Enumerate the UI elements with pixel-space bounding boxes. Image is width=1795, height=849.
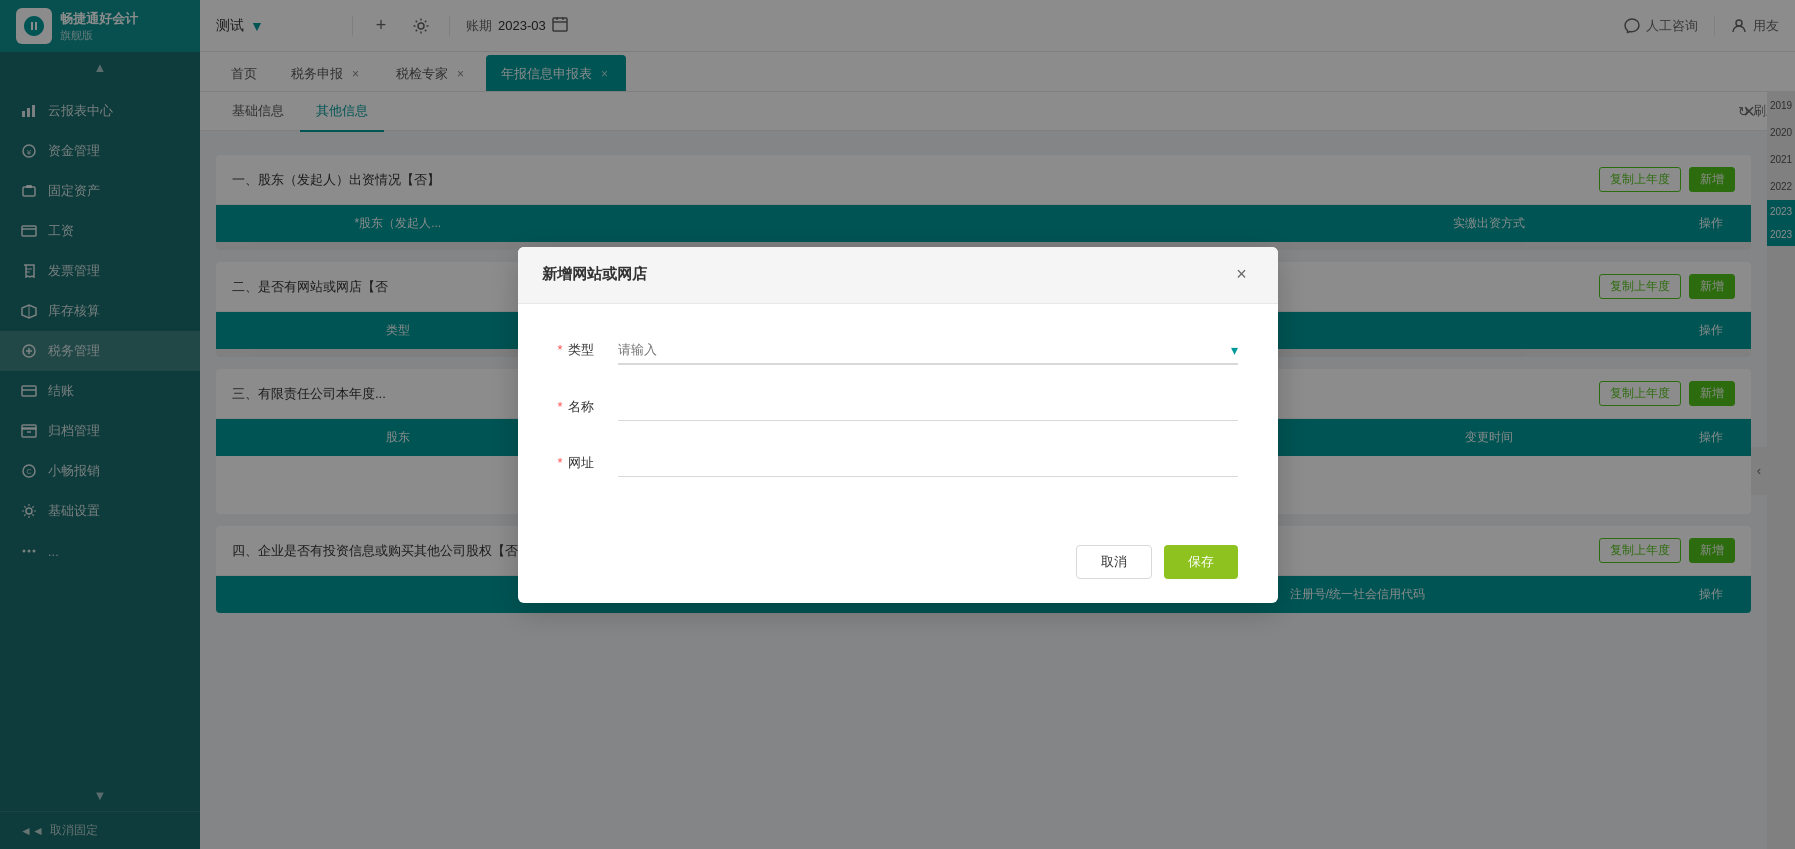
cancel-button[interactable]: 取消 (1076, 545, 1152, 579)
form-label-name: * 名称 (558, 398, 618, 416)
type-input[interactable] (618, 336, 1238, 364)
required-mark-url: * (558, 455, 563, 470)
modal-close-button[interactable]: × (1230, 263, 1254, 287)
modal-overlay[interactable]: 新增网站或网店 × * 类型 ▾ (0, 0, 1795, 849)
modal-header: 新增网站或网店 × (518, 247, 1278, 304)
form-control-url (618, 449, 1238, 477)
required-mark-type: * (558, 342, 563, 357)
form-select-type-wrapper: ▾ (618, 336, 1238, 364)
form-row-name: * 名称 (558, 393, 1238, 421)
name-input[interactable] (618, 393, 1238, 421)
required-mark-name: * (558, 399, 563, 414)
form-control-name (618, 393, 1238, 421)
form-label-url: * 网址 (558, 454, 618, 472)
form-control-type: ▾ (618, 336, 1238, 365)
form-label-type: * 类型 (558, 341, 618, 359)
modal-add-website: 新增网站或网店 × * 类型 ▾ (518, 247, 1278, 603)
save-button[interactable]: 保存 (1164, 545, 1238, 579)
form-row-type: * 类型 ▾ (558, 336, 1238, 365)
modal-footer: 取消 保存 (518, 529, 1278, 603)
url-input[interactable] (618, 449, 1238, 477)
modal-title: 新增网站或网店 (542, 265, 647, 284)
form-row-url: * 网址 (558, 449, 1238, 477)
modal-body: * 类型 ▾ * 名称 (518, 304, 1278, 529)
